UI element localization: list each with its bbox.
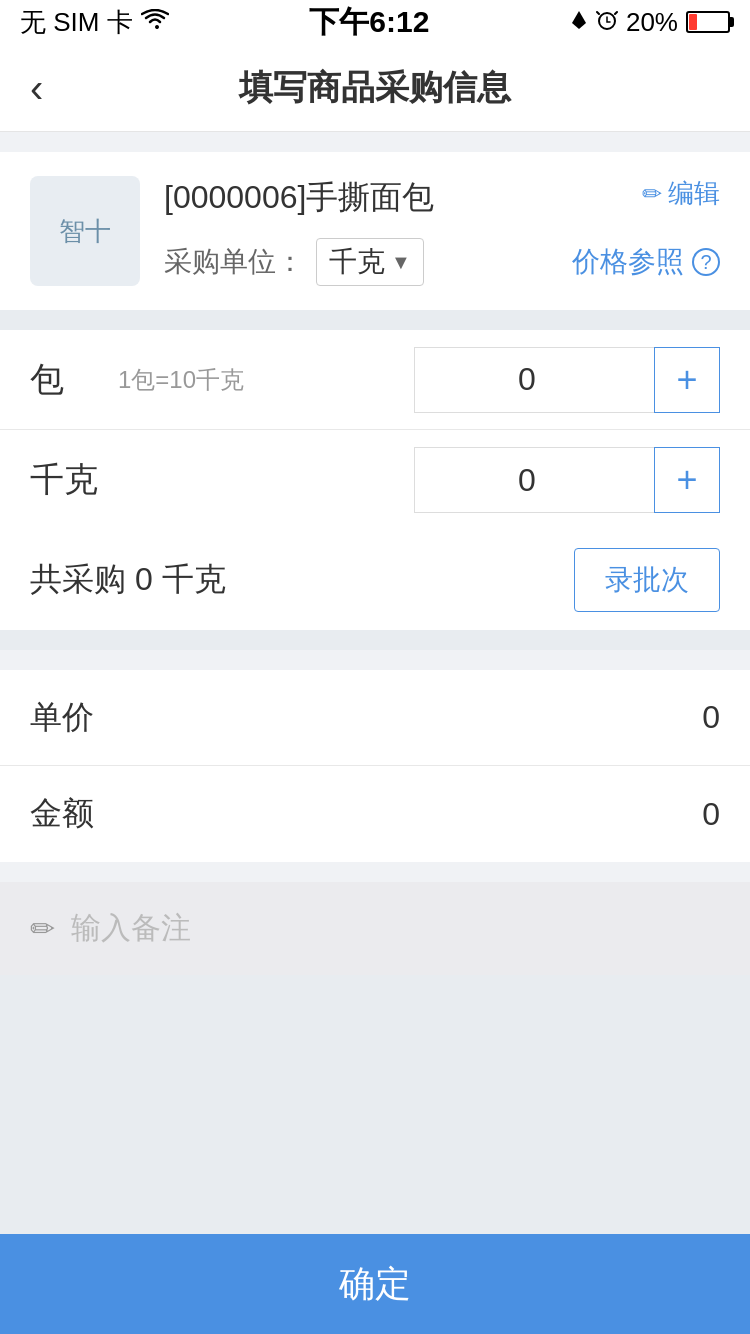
bag-sub-label: 1包=10千克 [118,364,244,396]
remark-section[interactable]: ✏ 输入备注 [0,882,750,975]
pencil-icon: ✏ [30,911,55,946]
unit-price-row: 单价 0 [0,670,750,766]
edit-pencil-icon: ✏ [642,180,662,208]
bag-label: 包 [30,357,110,403]
location-icon [570,7,588,38]
no-sim-label: 无 SIM 卡 [20,5,133,40]
price-ref-button[interactable]: 价格参照 ? [572,243,720,281]
product-card: 智十 [0000006]手撕面包 采购单位： 千克 ▼ 价格参照 ? ✏ 编辑 [0,152,750,310]
summary-text: 共采购 0 千克 [30,558,226,602]
price-ref-label: 价格参照 [572,243,684,281]
unit-value: 千克 [329,243,385,281]
battery-icon [686,11,730,33]
product-meta: 采购单位： 千克 ▼ 价格参照 ? [164,238,720,286]
unit-price-value: 0 [702,699,720,736]
bag-number-input[interactable] [414,347,654,413]
unit-price-label: 单价 [30,696,94,740]
product-image: 智十 [30,176,140,286]
amount-row: 金额 0 [0,766,750,862]
kg-number-input[interactable] [414,447,654,513]
product-name: [0000006]手撕面包 [164,176,720,220]
wifi-icon [141,7,169,38]
alarm-icon [596,7,618,38]
product-logo: 智十 [59,214,111,249]
summary-section: 共采购 0 千克 录批次 [0,530,750,630]
unit-label: 采购单位： [164,243,304,281]
price-section: 单价 0 金额 0 [0,670,750,862]
page-title: 填写商品采购信息 [239,65,511,111]
kg-input-controls: + [414,447,720,513]
confirm-label: 确定 [339,1260,411,1309]
bag-plus-button[interactable]: + [654,347,720,413]
dropdown-arrow-icon: ▼ [391,251,411,274]
confirm-bar[interactable]: 确定 [0,1234,750,1334]
status-right: 20% [570,7,730,38]
section-divider-2 [0,630,750,650]
input-section: 包 1包=10千克 + 千克 + [0,330,750,530]
batch-button[interactable]: 录批次 [574,548,720,612]
product-info: [0000006]手撕面包 采购单位： 千克 ▼ 价格参照 ? [164,176,720,286]
remark-placeholder: 输入备注 [71,908,191,949]
edit-label: 编辑 [668,176,720,211]
edit-button[interactable]: ✏ 编辑 [642,176,720,211]
help-icon: ? [692,248,720,276]
status-bar: 无 SIM 卡 下午6:12 20% [0,0,750,44]
nav-bar: ‹ 填写商品采购信息 [0,44,750,132]
back-button[interactable]: ‹ [30,68,43,108]
status-time: 下午6:12 [309,2,429,43]
kg-plus-button[interactable]: + [654,447,720,513]
unit-select[interactable]: 千克 ▼ [316,238,424,286]
purchase-unit: 采购单位： 千克 ▼ [164,238,424,286]
section-divider-1 [0,310,750,330]
bag-input-controls: + [414,347,720,413]
status-left: 无 SIM 卡 [20,5,169,40]
bag-input-row: 包 1包=10千克 + [0,330,750,430]
kg-input-row: 千克 + [0,430,750,530]
amount-label: 金额 [30,792,94,836]
kg-label: 千克 [30,457,110,503]
battery-percentage: 20% [626,7,678,38]
amount-value: 0 [702,796,720,833]
